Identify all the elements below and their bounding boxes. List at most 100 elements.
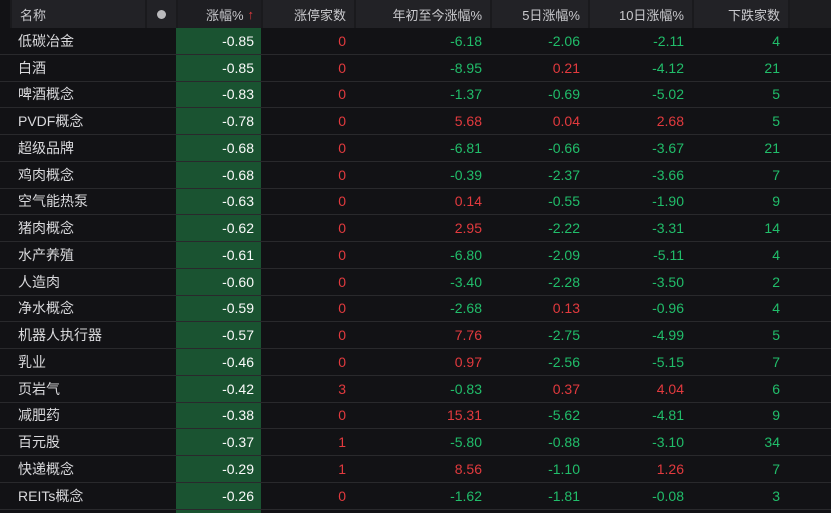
- header-filler: [788, 0, 831, 28]
- limit-up-count: 1: [338, 460, 346, 477]
- change-cell: -0.61: [176, 242, 261, 268]
- ytd-change: 15.31: [446, 407, 482, 424]
- row-filler: [788, 349, 831, 375]
- row-filler: [788, 242, 831, 268]
- change-10d: -4.99: [652, 327, 684, 344]
- change-cell: -0.85: [176, 28, 261, 54]
- change-10d: -4.12: [652, 59, 684, 76]
- row-filler: [788, 108, 831, 134]
- ytd-change: -8.95: [450, 59, 482, 76]
- change-5d: -1.10: [548, 460, 580, 477]
- decliners-count: 2: [772, 273, 780, 290]
- limit-up-count: 0: [338, 327, 346, 344]
- sector-name: 低碳冶金: [18, 32, 74, 49]
- sector-name: [0, 510, 145, 513]
- table-body: 低碳冶金 -0.85 0 -6.18 -2.06 -2.11 4 白酒 -0.85 0 -8.95 0…: [0, 28, 831, 513]
- change-10d: -3.67: [652, 139, 684, 156]
- decliners-count: 6: [772, 380, 780, 397]
- table-row[interactable]: 低碳冶金 -0.85 0 -6.18 -2.06 -2.11 4: [0, 28, 831, 55]
- table-row[interactable]: 百元股 -0.37 1 -5.80 -0.88 -3.10 34: [0, 429, 831, 456]
- ytd-change: 0.97: [454, 353, 482, 370]
- decliners-count: 4: [772, 300, 780, 317]
- sector-name: 页岩气: [18, 380, 60, 397]
- sector-name: 乳业: [18, 353, 46, 370]
- limit-up-count: 0: [338, 300, 346, 317]
- row-filler: [788, 189, 831, 215]
- row-filler: [788, 322, 831, 348]
- column-header-ytd[interactable]: 年初至今涨幅%: [354, 0, 490, 28]
- table-row[interactable]: 啤酒概念 -0.83 0 -1.37 -0.69 -5.02 5: [0, 81, 831, 109]
- limit-up-count: 0: [338, 246, 346, 263]
- change-cell: -0.57: [176, 322, 261, 348]
- change-cell: -0.59: [176, 295, 261, 322]
- sector-name: 净水概念: [18, 300, 74, 317]
- decliners-count: 7: [772, 353, 780, 370]
- sort-ascending-icon: ↑: [247, 6, 255, 22]
- marker-spacer: [145, 429, 176, 455]
- sector-name: 水产养殖: [18, 246, 74, 263]
- table-row[interactable]: 人造肉 -0.60 0 -3.40 -2.28 -3.50 2: [0, 268, 831, 296]
- ytd-change: -0.39: [450, 166, 482, 183]
- table-row[interactable]: 乳业 -0.46 0 0.97 -2.56 -5.15 7: [0, 349, 831, 376]
- column-header-5d[interactable]: 5日涨幅%: [490, 0, 588, 28]
- column-header-marker[interactable]: [145, 0, 176, 28]
- change-cell: -0.46: [176, 349, 261, 375]
- marker-spacer: [145, 322, 176, 348]
- limit-up-count: 3: [338, 380, 346, 397]
- table-row[interactable]: 白酒 -0.85 0 -8.95 0.21 -4.12 21: [0, 54, 831, 82]
- marker-spacer: [145, 483, 176, 509]
- ytd-change: -6.81: [450, 139, 482, 156]
- change-10d: -0.96: [652, 300, 684, 317]
- change-10d: -3.10: [652, 434, 684, 451]
- row-filler: [788, 82, 831, 108]
- table-row[interactable]: 猪肉概念 -0.62 0 2.95 -2.22 -3.31 14: [0, 215, 831, 242]
- table-row[interactable]: 减肥药 -0.38 0 15.31 -5.62 -4.81 9: [0, 402, 831, 430]
- table-row[interactable]: 鸡肉概念 -0.68 0 -0.39 -2.37 -3.66 7: [0, 161, 831, 189]
- marker-spacer: [145, 82, 176, 108]
- limit-up-count: 0: [338, 220, 346, 237]
- row-filler: [788, 55, 831, 81]
- row-filler: [788, 162, 831, 188]
- marker-spacer: [145, 135, 176, 161]
- sector-name: 空气能热泵: [18, 193, 88, 210]
- decliners-count: 4: [772, 246, 780, 263]
- change-10d: 1.26: [656, 460, 684, 477]
- change-5d: -2.06: [548, 32, 580, 49]
- decliners-count: 5: [772, 86, 780, 103]
- sector-name: REITs概念: [18, 487, 84, 504]
- table-row[interactable]: 净水概念 -0.59 0 -2.68 0.13 -0.96 4: [0, 295, 831, 323]
- limit-up-count: 0: [338, 113, 346, 130]
- table-row[interactable]: 空气能热泵 -0.63 0 0.14 -0.55 -1.90 9: [0, 188, 831, 216]
- limit-up-count: 0: [338, 166, 346, 183]
- column-header-limit-up[interactable]: 涨停家数: [261, 0, 354, 28]
- change-cell: -0.26: [176, 482, 261, 509]
- marker-spacer: [145, 189, 176, 215]
- ytd-change: 8.56: [454, 460, 482, 477]
- column-header-10d[interactable]: 10日涨幅%: [588, 0, 692, 28]
- row-filler: [788, 483, 831, 509]
- table-row[interactable]: 页岩气 -0.42 3 -0.83 0.37 4.04 6: [0, 375, 831, 403]
- change-5d: -2.09: [548, 246, 580, 263]
- change-10d: -2.11: [653, 32, 684, 49]
- table-row[interactable]: 快递概念 -0.29 1 8.56 -1.10 1.26 7: [0, 456, 831, 483]
- table-row[interactable]: 水产养殖 -0.61 0 -6.80 -2.09 -5.11 4: [0, 242, 831, 269]
- column-header-decliners[interactable]: 下跌家数: [692, 0, 788, 28]
- marker-spacer: [145, 349, 176, 375]
- table-row[interactable]: 超级品牌 -0.68 0 -6.81 -0.66 -3.67 21: [0, 135, 831, 162]
- table-row[interactable]: PVDF概念 -0.78 0 5.68 0.04 2.68 5: [0, 108, 831, 135]
- marker-spacer: [145, 269, 176, 295]
- table-row[interactable]: 机器人执行器 -0.57 0 7.76 -2.75 -4.99 5: [0, 322, 831, 349]
- decliners-count: 14: [764, 220, 780, 237]
- limit-up-count: 0: [338, 407, 346, 424]
- change-5d: -5.62: [548, 407, 580, 424]
- row-filler: [788, 269, 831, 295]
- table-row-partial[interactable]: [0, 509, 831, 513]
- change-5d: 0.21: [552, 59, 580, 76]
- column-header-name[interactable]: 名称: [10, 0, 145, 28]
- change-10d: 2.68: [656, 113, 684, 130]
- table-row[interactable]: REITs概念 -0.26 0 -1.62 -1.81 -0.08 3: [0, 482, 831, 510]
- marker-spacer: [145, 242, 176, 268]
- limit-up-count: 0: [338, 193, 346, 210]
- marker-spacer: [145, 296, 176, 322]
- column-header-change[interactable]: 涨幅% ↑: [176, 0, 261, 28]
